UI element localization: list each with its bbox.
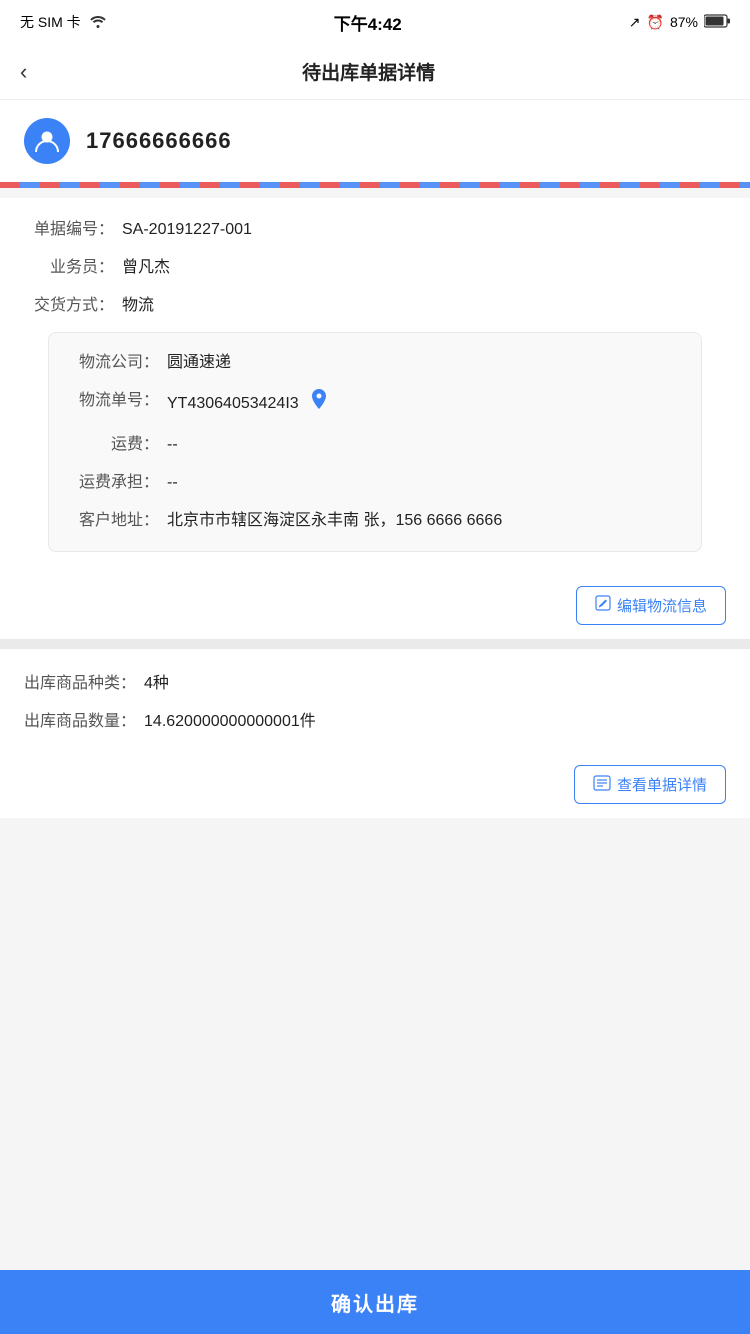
location-icon[interactable]: [309, 389, 329, 419]
address-value: 北京市市辖区海淀区永丰南 张，156 6666 6666: [167, 509, 681, 533]
delivery-method-value: 物流: [122, 294, 726, 318]
battery-text: 87%: [670, 14, 698, 30]
logistics-company-row: 物流公司： 圆通速递: [69, 351, 681, 375]
logistics-company-value: 圆通速递: [167, 351, 681, 375]
goods-type-value: 4种: [144, 669, 169, 693]
view-detail-icon: [593, 775, 611, 795]
delivery-method-label: 交货方式：: [24, 294, 114, 318]
freight-row: 运费： --: [69, 433, 681, 457]
page-title: 待出库单据详情: [47, 58, 690, 85]
sales-rep-label: 业务员：: [24, 256, 114, 280]
back-button[interactable]: ‹: [20, 59, 27, 85]
freight-label: 运费：: [69, 433, 159, 457]
order-info-section: 单据编号： SA-20191227-001 业务员： 曾凡杰 交货方式： 物流 …: [0, 198, 750, 572]
status-left: 无 SIM 卡: [20, 12, 107, 32]
nav-bar: ‹ 待出库单据详情: [0, 44, 750, 100]
view-btn-row: 查看单据详情: [0, 751, 750, 818]
status-right: ↗ ⏰ 87%: [629, 14, 730, 31]
user-header: 17666666666: [0, 100, 750, 182]
tracking-number-text: YT43064053424I3: [167, 392, 299, 416]
goods-type-label: 出库商品种类：: [24, 669, 136, 693]
dashed-divider: [0, 182, 750, 188]
order-no-value: SA-20191227-001: [122, 218, 726, 242]
delivery-method-row: 交货方式： 物流: [24, 294, 726, 318]
bottom-spacer: [0, 818, 750, 948]
section-divider: [0, 639, 750, 649]
tracking-no-label: 物流单号：: [69, 389, 159, 413]
order-no-row: 单据编号： SA-20191227-001: [24, 218, 726, 242]
goods-quantity-value: 14.620000000000001件: [144, 707, 316, 731]
location-status-icon: ↗: [629, 14, 641, 31]
tracking-no-value: YT43064053424I3: [167, 389, 681, 419]
sales-rep-value: 曾凡杰: [122, 256, 726, 280]
address-row: 客户地址： 北京市市辖区海淀区永丰南 张，156 6666 6666: [69, 509, 681, 533]
freight-bearer-value: --: [167, 471, 681, 495]
tracking-no-row: 物流单号： YT43064053424I3: [69, 389, 681, 419]
battery-icon: [704, 14, 730, 31]
order-no-label: 单据编号：: [24, 218, 114, 242]
freight-value: --: [167, 433, 681, 457]
sales-rep-row: 业务员： 曾凡杰: [24, 256, 726, 280]
goods-section: 出库商品种类： 4种 出库商品数量： 14.620000000000001件: [0, 649, 750, 751]
logistics-card: 物流公司： 圆通速递 物流单号： YT43064053424I3: [48, 332, 702, 552]
user-avatar: [24, 118, 70, 164]
view-detail-label: 查看单据详情: [617, 774, 707, 795]
edit-btn-row: 编辑物流信息: [0, 572, 750, 639]
view-detail-button[interactable]: 查看单据详情: [574, 765, 726, 804]
address-label: 客户地址：: [69, 509, 159, 533]
goods-type-row: 出库商品种类： 4种: [24, 669, 726, 693]
confirm-button[interactable]: 确认出库: [0, 1270, 750, 1334]
edit-btn-label: 编辑物流信息: [617, 595, 707, 616]
goods-quantity-label: 出库商品数量：: [24, 707, 136, 731]
user-phone: 17666666666: [86, 128, 232, 154]
edit-logistics-button[interactable]: 编辑物流信息: [576, 586, 726, 625]
alarm-icon: ⏰: [647, 14, 664, 31]
status-bar: 无 SIM 卡 下午4:42 ↗ ⏰ 87%: [0, 0, 750, 44]
status-time: 下午4:42: [334, 10, 402, 35]
carrier-text: 无 SIM 卡: [20, 12, 81, 32]
wifi-icon: [89, 14, 107, 31]
confirm-btn-label: 确认出库: [331, 1288, 419, 1317]
goods-quantity-row: 出库商品数量： 14.620000000000001件: [24, 707, 726, 731]
logistics-company-label: 物流公司：: [69, 351, 159, 375]
freight-bearer-label: 运费承担：: [69, 471, 159, 495]
freight-bearer-row: 运费承担： --: [69, 471, 681, 495]
edit-icon: [595, 595, 611, 616]
